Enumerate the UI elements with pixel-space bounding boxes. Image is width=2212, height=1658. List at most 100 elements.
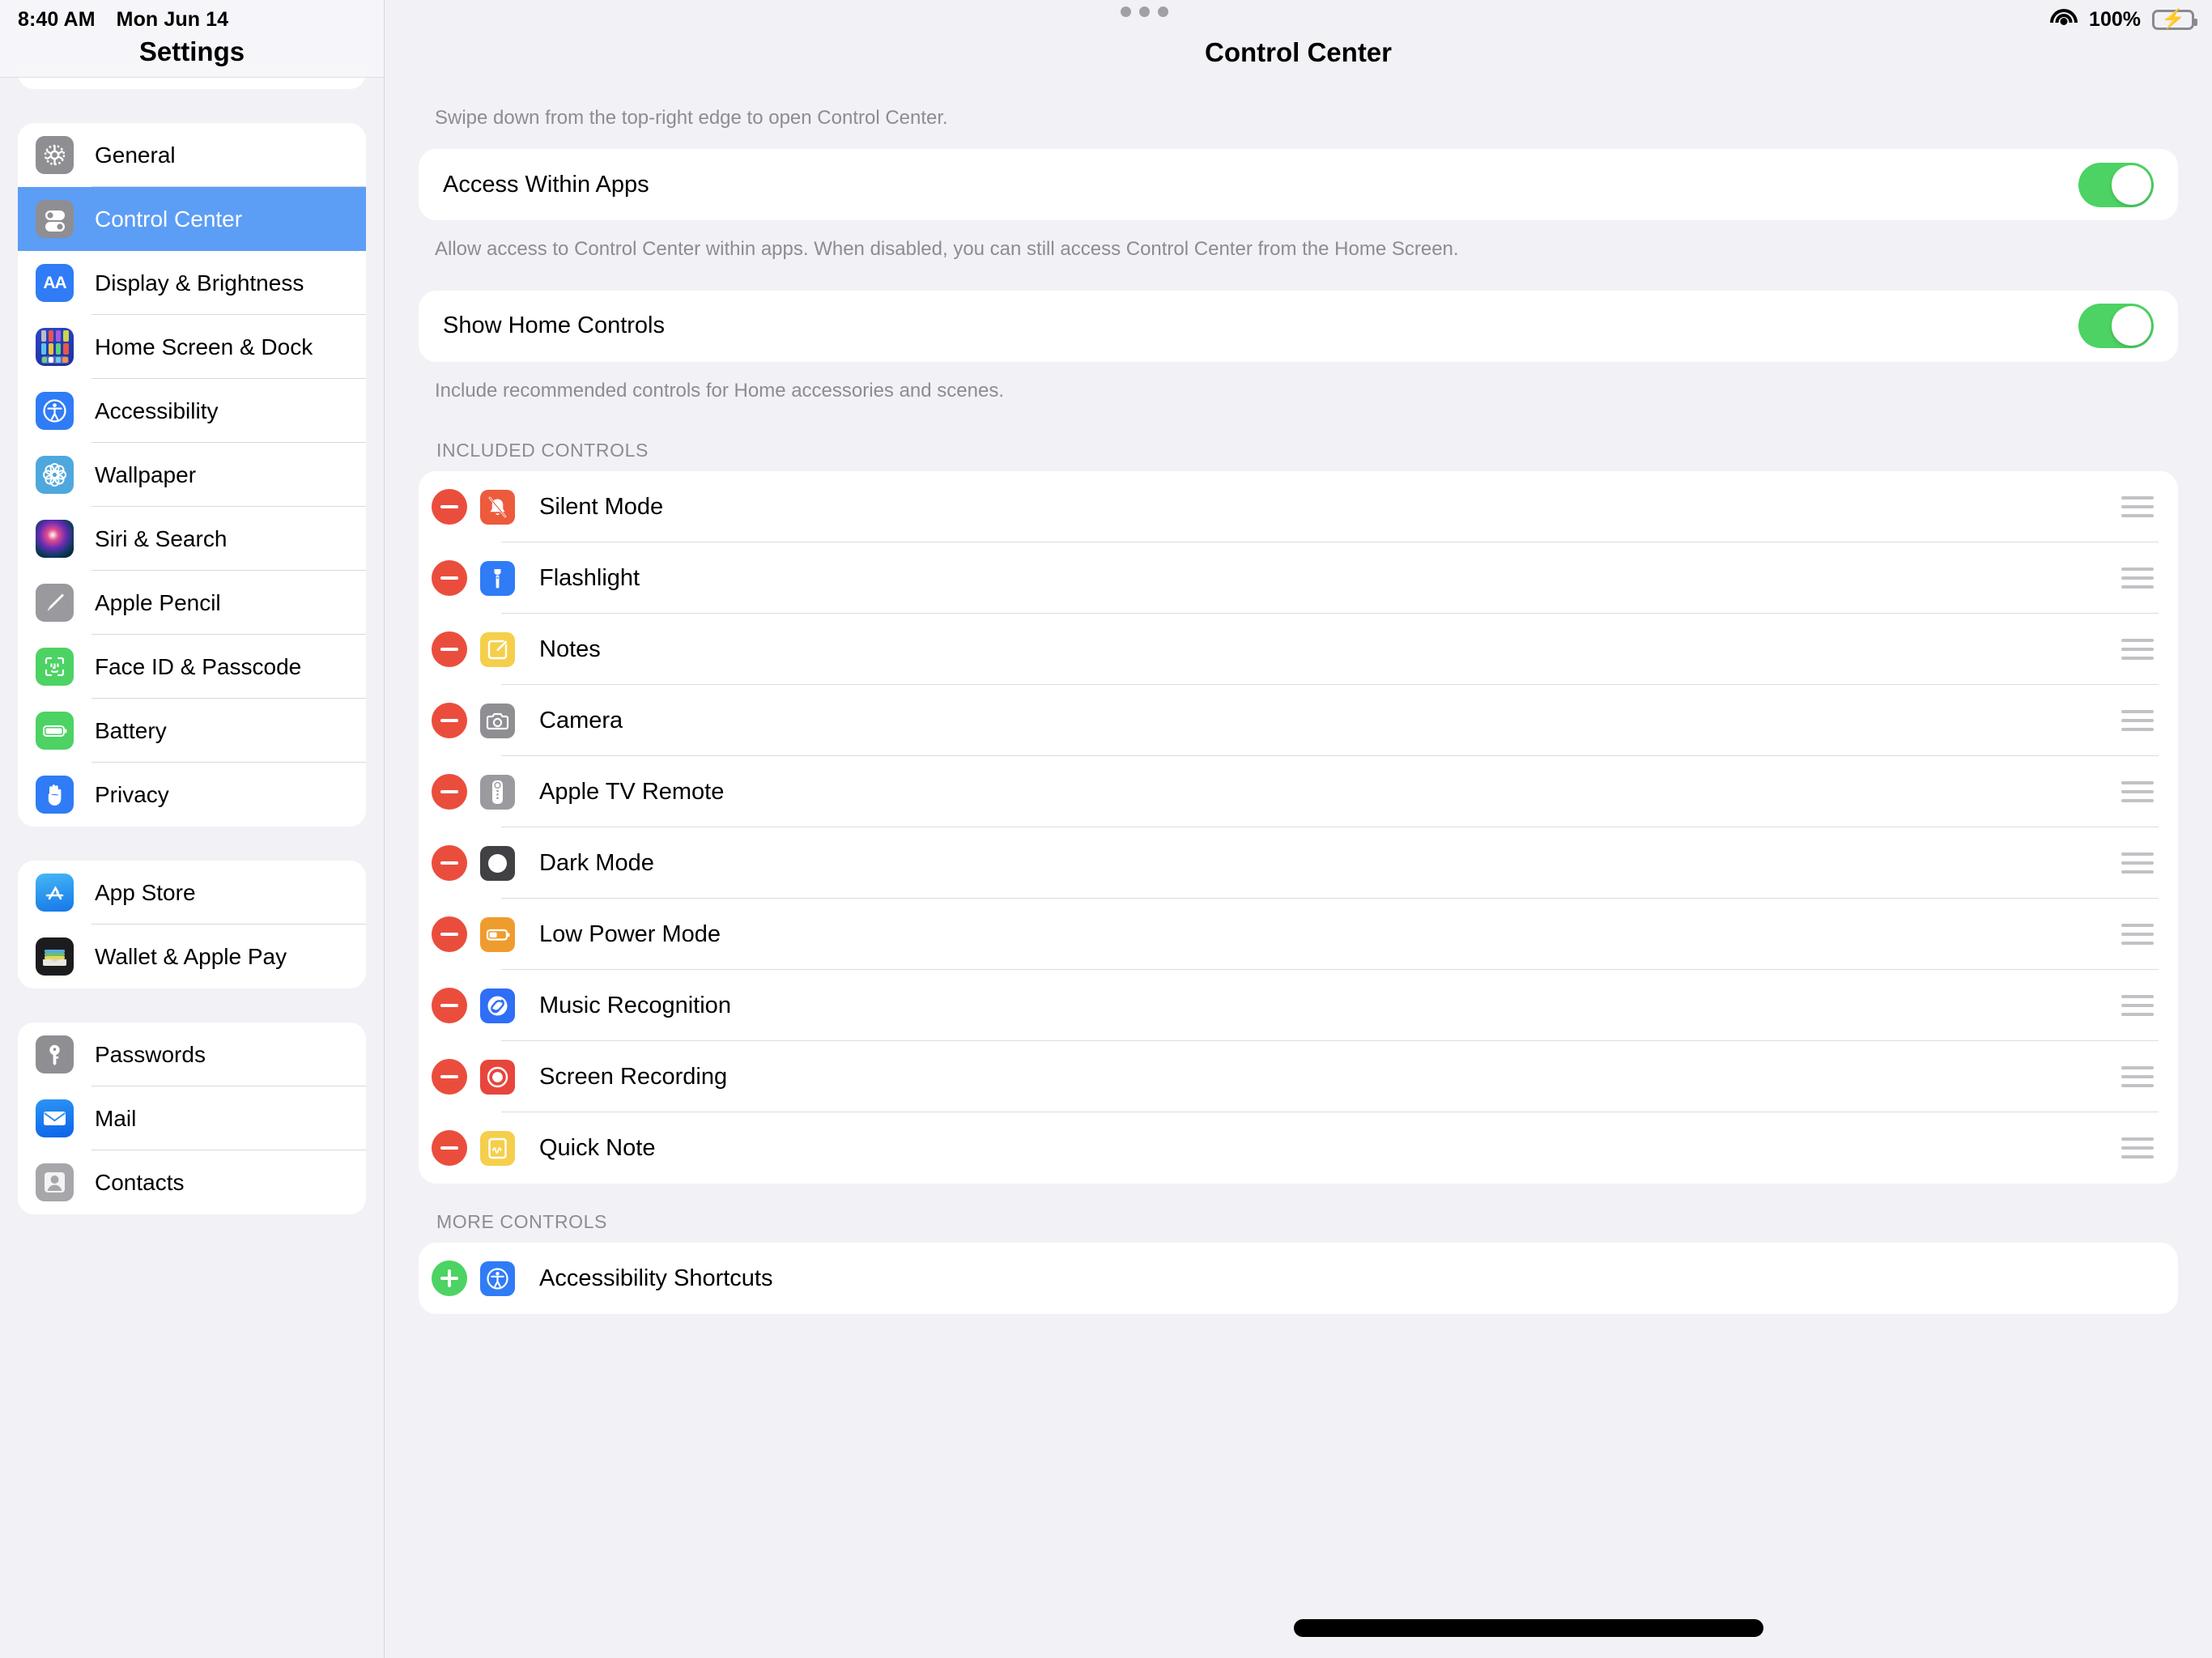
detail-title: Control Center [1205,37,1392,67]
reorder-handle[interactable] [2121,995,2154,1017]
sidebar-item-accessibility[interactable]: Accessibility [18,379,366,443]
remove-control-button[interactable] [432,1059,467,1095]
sidebar-item-label: Privacy [95,781,169,807]
display-brightness-icon: AA [36,264,74,302]
settings-sidebar[interactable]: Screen Time General [0,0,385,1658]
remove-control-button[interactable] [432,489,467,525]
apple-pencil-icon [36,584,74,622]
remove-control-button[interactable] [432,845,467,882]
home-indicator[interactable] [1293,1619,1763,1637]
more-controls-card[interactable]: Accessibility Shortcuts [419,1243,2178,1315]
reorder-handle[interactable] [2121,924,2154,946]
sidebar-item-face-id-passcode[interactable]: Face ID & Passcode [18,635,366,699]
sidebar-item-label: Accessibility [95,397,219,423]
sidebar-item-label: App Store [95,879,196,905]
control-label: Quick Note [539,1134,656,1161]
reorder-handle[interactable] [2121,496,2154,518]
list-item[interactable]: Camera [419,685,2178,757]
sidebar-item-wallpaper[interactable]: Wallpaper [18,443,366,507]
reorder-handle[interactable] [2121,568,2154,589]
sidebar-group-store[interactable]: App Store Wallet & Apple Pay [18,861,366,988]
access-within-apps-card[interactable]: Access Within Apps [419,149,2178,221]
wallpaper-icon [36,456,74,494]
reorder-handle[interactable] [2121,781,2154,803]
music-recognition-icon [480,988,515,1023]
sidebar-item-label: Siri & Search [95,525,228,551]
sidebar-item-label: Control Center [95,206,243,232]
silent-mode-icon [480,489,515,525]
control-label: Screen Recording [539,1063,728,1090]
remove-control-button[interactable] [432,631,467,668]
dark-mode-icon [480,845,515,881]
list-item[interactable]: Apple TV Remote [419,756,2178,828]
sidebar-item-label: General [95,142,176,168]
sidebar-item-passwords[interactable]: Passwords [18,1022,366,1086]
control-label: Flashlight [539,564,640,591]
sidebar-item-siri-search[interactable]: Siri & Search [18,507,366,571]
list-item[interactable]: Screen Recording [419,1041,2178,1113]
remove-control-button[interactable] [432,916,467,953]
remove-control-button[interactable] [432,774,467,810]
remove-control-button[interactable] [432,560,467,597]
wallet-icon [36,937,74,976]
sidebar-item-apple-pencil[interactable]: Apple Pencil [18,571,366,635]
sidebar-item-general[interactable]: General [18,123,366,187]
reorder-handle[interactable] [2121,852,2154,874]
sidebar-item-app-store[interactable]: App Store [18,861,366,925]
contacts-icon [36,1163,74,1201]
remove-control-button[interactable] [432,1130,467,1167]
siri-icon [36,520,74,558]
sidebar-item-label: Mail [95,1105,137,1131]
reorder-handle[interactable] [2121,1066,2154,1088]
sidebar-item-wallet-apple-pay[interactable]: Wallet & Apple Pay [18,925,366,988]
sidebar-item-control-center[interactable]: Control Center [18,187,366,251]
sidebar-item-display-brightness[interactable]: AA Display & Brightness [18,251,366,315]
sidebar-item-contacts[interactable]: Contacts [18,1150,366,1214]
gear-icon [36,136,74,174]
list-item[interactable]: Notes [419,614,2178,686]
sidebar-item-label: Apple Pencil [95,589,221,615]
control-label: Low Power Mode [539,920,721,947]
list-item[interactable]: Low Power Mode [419,899,2178,971]
sidebar-item-label: Face ID & Passcode [95,653,302,679]
control-label: Dark Mode [539,849,654,876]
setting-row-access-within-apps[interactable]: Access Within Apps [419,149,2178,220]
control-label: Apple TV Remote [539,778,725,805]
control-label: Camera [539,707,623,733]
setting-row-show-home-controls[interactable]: Show Home Controls [419,291,2178,362]
reorder-handle[interactable] [2121,639,2154,661]
accessibility-icon [36,392,74,430]
battery-icon [36,712,74,750]
sidebar-item-mail[interactable]: Mail [18,1086,366,1150]
screen-recording-icon [480,1059,515,1095]
list-item[interactable]: Music Recognition [419,970,2178,1042]
sidebar-group-main[interactable]: General Control Center AA Display & Brig… [18,123,366,827]
list-item[interactable]: Dark Mode [419,827,2178,899]
sidebar-item-home-screen-dock[interactable]: Home Screen & Dock [18,315,366,379]
reorder-handle[interactable] [2121,710,2154,732]
multitasking-handle-icon[interactable] [1120,6,1168,17]
page-title: Settings [138,36,245,66]
control-center-detail-pane: Control Center Swipe down from the top-r… [385,0,2212,1658]
sidebar-item-battery[interactable]: Battery [18,699,366,763]
show-home-controls-toggle[interactable] [2078,304,2154,349]
included-controls-card[interactable]: Silent Mode Flashlight Notes Camera Appl… [419,471,2178,1184]
detail-body[interactable]: Swipe down from the top-right edge to op… [385,78,2212,1658]
remove-control-button[interactable] [432,988,467,1024]
remove-control-button[interactable] [432,703,467,739]
control-label: Silent Mode [539,493,664,520]
add-control-button[interactable] [432,1261,467,1297]
sidebar-item-privacy[interactable]: Privacy [18,763,366,827]
quick-note-icon [480,1130,515,1166]
list-item[interactable]: Quick Note [419,1112,2178,1184]
sidebar-scroll-area[interactable]: Screen Time General [0,0,384,1658]
more-controls-header: MORE CONTROLS [436,1211,607,1233]
reorder-handle[interactable] [2121,1137,2154,1159]
list-item[interactable]: Flashlight [419,542,2178,614]
access-within-apps-toggle[interactable] [2078,162,2154,207]
list-item[interactable]: Silent Mode [419,471,2178,543]
sidebar-item-label: Wallpaper [95,461,197,487]
show-home-controls-card[interactable]: Show Home Controls [419,290,2178,362]
sidebar-group-accounts[interactable]: Passwords Mail Contacts [18,1022,366,1214]
list-item[interactable]: Accessibility Shortcuts [419,1243,2178,1314]
